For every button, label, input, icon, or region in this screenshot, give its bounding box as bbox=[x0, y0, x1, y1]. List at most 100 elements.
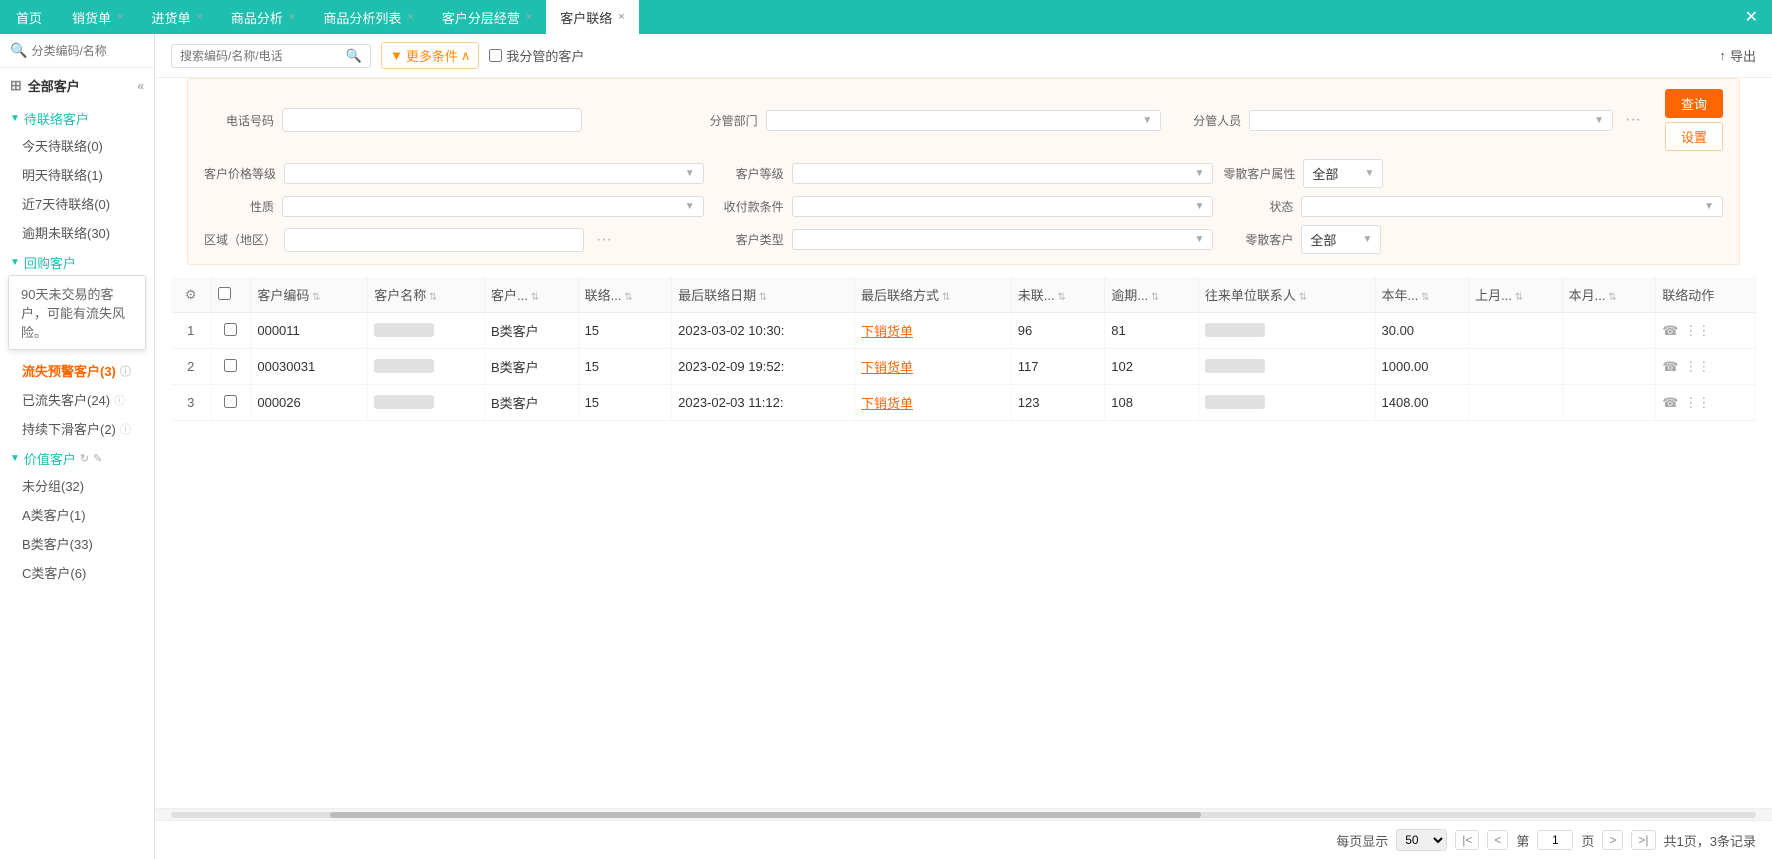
gender-select[interactable]: ▼ bbox=[282, 196, 704, 217]
cell-actions-2[interactable]: ☎ ⋮⋮ bbox=[1656, 385, 1756, 421]
th-last-contact-method[interactable]: 最后联络方式 bbox=[855, 277, 1012, 313]
attr-select[interactable]: 全部 ▼ bbox=[1303, 159, 1383, 188]
th-type[interactable]: 客户... bbox=[485, 277, 579, 313]
sidebar-item-unsegmented[interactable]: 未分组(32) bbox=[0, 471, 154, 500]
cell-actions-0[interactable]: ☎ ⋮⋮ bbox=[1656, 313, 1756, 349]
cell-cb-0[interactable] bbox=[211, 313, 251, 349]
row-action-icons-1[interactable]: ☎ ⋮⋮ bbox=[1662, 359, 1749, 375]
tab-product-list-close[interactable]: × bbox=[407, 11, 413, 23]
sidebar-item-today[interactable]: 今天待联络(0) bbox=[0, 131, 154, 160]
tab-product-analysis-close[interactable]: × bbox=[289, 11, 295, 23]
phone-input[interactable] bbox=[282, 108, 582, 132]
th-name[interactable]: 客户名称 bbox=[368, 277, 485, 313]
window-close-btn[interactable]: ✕ bbox=[1731, 7, 1772, 27]
page-size-select[interactable]: 50 100 200 bbox=[1396, 829, 1447, 851]
sidebar-search-input[interactable] bbox=[31, 44, 144, 58]
sidebar-item-continue-down[interactable]: 持续下滑客户(2) ⓘ bbox=[0, 414, 154, 443]
sidebar-item-overdue[interactable]: 逾期未联络(30) bbox=[0, 218, 154, 247]
tab-customer-contact[interactable]: 客户联络 × bbox=[546, 0, 638, 34]
cust-level-select[interactable]: ▼ bbox=[792, 163, 1214, 184]
tab-product-analysis[interactable]: 商品分析 × bbox=[217, 0, 309, 34]
more-icon-1[interactable]: ⋮⋮ bbox=[1684, 359, 1710, 375]
prev-page-btn[interactable]: < bbox=[1487, 830, 1508, 850]
tab-customer-segment[interactable]: 客户分层经营 × bbox=[428, 0, 546, 34]
person-more-btn[interactable]: ··· bbox=[1621, 111, 1645, 129]
row-checkbox-0[interactable] bbox=[224, 323, 237, 336]
my-customers-check[interactable]: 我分管的客户 bbox=[489, 46, 584, 65]
refresh-icon[interactable]: ↻ bbox=[80, 452, 89, 465]
retail-select[interactable]: 全部 ▼ bbox=[1301, 225, 1381, 254]
more-conditions-btn[interactable]: ▼ 更多条件 ∧ bbox=[381, 42, 479, 69]
th-partner-contact[interactable]: 往来单位联系人 bbox=[1198, 277, 1375, 313]
settings-button[interactable]: 设置 bbox=[1665, 122, 1723, 151]
select-all-checkbox[interactable] bbox=[218, 287, 231, 300]
group-value-customers[interactable]: ▼ 价值客户 ↻ ✎ bbox=[0, 443, 154, 471]
tab-purchase[interactable]: 进货单 × bbox=[137, 0, 216, 34]
tab-customer-contact-close[interactable]: × bbox=[618, 11, 624, 23]
th-code[interactable]: 客户编码 bbox=[251, 277, 368, 313]
row-checkbox-2[interactable] bbox=[224, 395, 237, 408]
scrollbar-area[interactable] bbox=[155, 808, 1772, 820]
settings-icon[interactable]: ⚙ bbox=[185, 287, 197, 302]
th-last-contact-date[interactable]: 最后联络日期 bbox=[672, 277, 855, 313]
status-select[interactable]: ▼ bbox=[1301, 196, 1723, 217]
sidebar-item-classA[interactable]: A类客户(1) bbox=[0, 500, 154, 529]
cell-cb-2[interactable] bbox=[211, 385, 251, 421]
tab-customer-segment-close[interactable]: × bbox=[526, 11, 532, 23]
group-lost-risk[interactable]: ▼ 回购客户 bbox=[0, 247, 154, 275]
contact-icon-2[interactable]: ☎ bbox=[1662, 395, 1678, 411]
sidebar-item-classC[interactable]: C类客户(6) bbox=[0, 558, 154, 587]
cell-last-method-1[interactable]: 下销货单 bbox=[855, 349, 1012, 385]
dept-select[interactable]: ▼ bbox=[766, 110, 1162, 131]
th-contact-count[interactable]: 联络... bbox=[578, 277, 672, 313]
last-method-link-2[interactable]: 下销货单 bbox=[861, 396, 913, 411]
sidebar-item-lost-predict[interactable]: 流失预警客户(3) ⓘ bbox=[0, 356, 154, 385]
my-customers-checkbox[interactable] bbox=[489, 49, 502, 62]
first-page-btn[interactable]: |< bbox=[1455, 830, 1479, 850]
cust-type-select[interactable]: ▼ bbox=[792, 229, 1214, 250]
row-checkbox-1[interactable] bbox=[224, 359, 237, 372]
area-input[interactable] bbox=[284, 228, 584, 252]
th-settings[interactable]: ⚙ bbox=[171, 277, 211, 313]
sidebar-item-week[interactable]: 近7天待联络(0) bbox=[0, 189, 154, 218]
th-checkbox[interactable] bbox=[211, 277, 251, 313]
contact-icon-1[interactable]: ☎ bbox=[1662, 359, 1678, 375]
cell-cb-1[interactable] bbox=[211, 349, 251, 385]
row-action-icons-0[interactable]: ☎ ⋮⋮ bbox=[1662, 323, 1749, 339]
payment-select[interactable]: ▼ bbox=[792, 196, 1214, 217]
last-method-link-1[interactable]: 下销货单 bbox=[861, 360, 913, 375]
edit-icon[interactable]: ✎ bbox=[93, 452, 102, 465]
last-method-link-0[interactable]: 下销货单 bbox=[861, 324, 913, 339]
tab-sales[interactable]: 销货单 × bbox=[58, 0, 137, 34]
more-icon-0[interactable]: ⋮⋮ bbox=[1684, 323, 1710, 339]
search-input[interactable] bbox=[180, 49, 342, 63]
area-more-btn[interactable]: ··· bbox=[592, 231, 616, 249]
search-button[interactable]: 查询 bbox=[1665, 89, 1723, 118]
more-icon-2[interactable]: ⋮⋮ bbox=[1684, 395, 1710, 411]
person-select[interactable]: ▼ bbox=[1249, 110, 1613, 131]
tab-home[interactable]: 首页 bbox=[0, 0, 58, 34]
cell-actions-1[interactable]: ☎ ⋮⋮ bbox=[1656, 349, 1756, 385]
sidebar-all-customers[interactable]: ⊞ 全部客户 « bbox=[0, 68, 154, 103]
group-pending-contact[interactable]: ▼ 待联络客户 bbox=[0, 103, 154, 131]
contact-icon-0[interactable]: ☎ bbox=[1662, 323, 1678, 339]
th-this-month[interactable]: 本月... bbox=[1562, 277, 1656, 313]
th-last-month[interactable]: 上月... bbox=[1469, 277, 1563, 313]
cell-last-method-0[interactable]: 下销货单 bbox=[855, 313, 1012, 349]
tab-sales-close[interactable]: × bbox=[117, 11, 123, 23]
th-no-contact[interactable]: 未联... bbox=[1011, 277, 1105, 313]
scrollbar-thumb[interactable] bbox=[330, 812, 1202, 818]
tab-purchase-close[interactable]: × bbox=[196, 11, 202, 23]
last-page-btn[interactable]: >| bbox=[1631, 830, 1655, 850]
search-icon[interactable]: 🔍 bbox=[346, 48, 362, 64]
export-btn[interactable]: ↑ 导出 bbox=[1719, 46, 1756, 65]
tab-product-list[interactable]: 商品分析列表 × bbox=[309, 0, 427, 34]
th-overdue[interactable]: 逾期... bbox=[1105, 277, 1199, 313]
row-action-icons-2[interactable]: ☎ ⋮⋮ bbox=[1662, 395, 1749, 411]
next-page-btn[interactable]: > bbox=[1602, 830, 1623, 850]
sidebar-item-already-lost[interactable]: 已流失客户(24) ⓘ bbox=[0, 385, 154, 414]
sidebar-item-classB[interactable]: B类客户(33) bbox=[0, 529, 154, 558]
sidebar-item-tomorrow[interactable]: 明天待联络(1) bbox=[0, 160, 154, 189]
th-this-year[interactable]: 本年... bbox=[1375, 277, 1469, 313]
cell-last-method-2[interactable]: 下销货单 bbox=[855, 385, 1012, 421]
